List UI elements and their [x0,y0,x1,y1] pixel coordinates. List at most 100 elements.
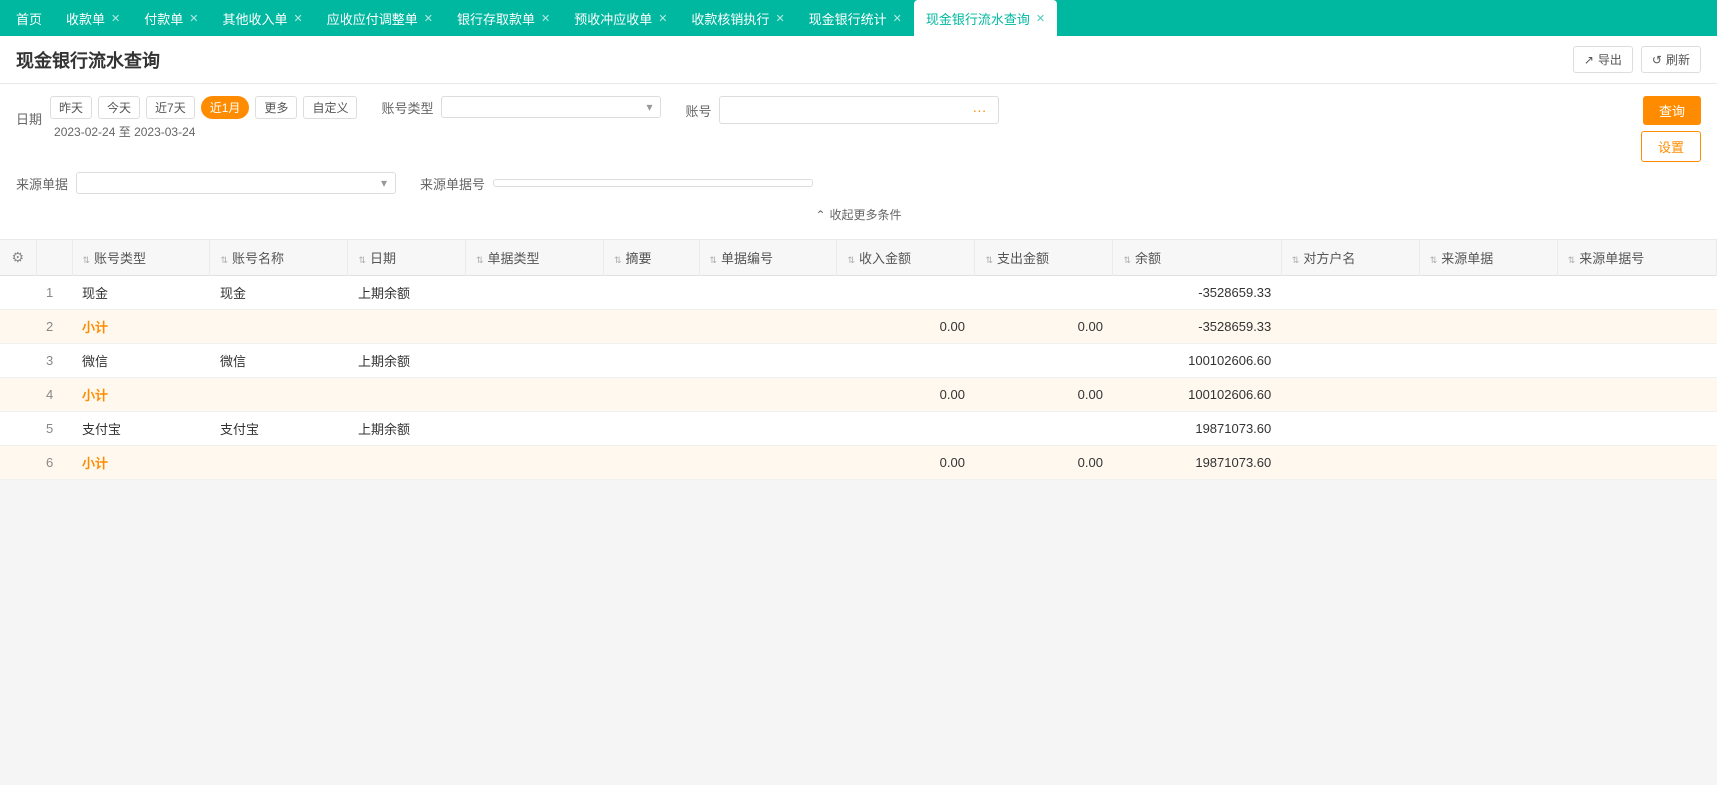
source-doc-no-input[interactable] [493,179,813,187]
account-type-label: 账号类型 [381,98,433,117]
col-header-expense[interactable]: ⇅支出金额 [975,240,1113,276]
cell-counterpart [1281,412,1419,446]
chevron-down-icon: ▾ [646,100,652,114]
row-gear [0,344,36,378]
row-gear [0,378,36,412]
sort-icon: ⇅ [358,255,366,265]
col-header-balance[interactable]: ⇅余额 [1113,240,1281,276]
cell-account_name [210,446,348,480]
nav-tab-现金银行流水查询[interactable]: 现金银行流水查询✕ [914,0,1057,36]
close-icon[interactable]: ✕ [658,12,667,25]
cell-account_name [210,310,348,344]
source-doc-select[interactable]: ▾ [76,172,396,194]
cell-account_name: 现金 [210,276,348,310]
nav-tab-银行存取款单[interactable]: 银行存取款单✕ [445,0,562,36]
nav-home[interactable]: 首页 [4,0,54,36]
cell-balance: 19871073.60 [1113,412,1281,446]
account-label: 账号 [685,101,711,120]
date-range-display: 2023-02-24 至 2023-03-24 [54,123,357,140]
close-icon[interactable]: ✕ [294,12,303,25]
cell-source_doc_no [1557,412,1716,446]
account-filter: 账号 ··· [685,96,999,124]
collapse-bar[interactable]: ⌃ 收起更多条件 [16,202,1701,227]
cell-source_doc_no [1557,276,1716,310]
nav-tab-预收冲应收单[interactable]: 预收冲应收单✕ [562,0,679,36]
cell-income: 0.00 [837,310,975,344]
header-actions: ↗ 导出 ↺ 刷新 [1573,46,1701,73]
col-header-account_name[interactable]: ⇅账号名称 [210,240,348,276]
export-button[interactable]: ↗ 导出 [1573,46,1633,73]
cell-expense: 0.00 [975,310,1113,344]
date-shortcut-自定义[interactable]: 自定义 [303,96,357,119]
cell-counterpart [1281,378,1419,412]
nav-tabs: 收款单✕付款单✕其他收入单✕应收应付调整单✕银行存取款单✕预收冲应收单✕收款核销… [54,0,1057,36]
date-shortcut-近7天[interactable]: 近7天 [146,96,195,119]
close-icon[interactable]: ✕ [1036,12,1045,25]
settings-button[interactable]: 设置 [1641,131,1701,162]
cell-summary [603,276,699,310]
date-shortcut-近1月[interactable]: 近1月 [201,96,250,119]
nav-tab-收款核销执行[interactable]: 收款核销执行✕ [679,0,796,36]
close-icon[interactable]: ✕ [775,12,784,25]
col-header-date[interactable]: ⇅日期 [348,240,466,276]
close-icon[interactable]: ✕ [189,12,198,25]
date-shortcut-今天[interactable]: 今天 [98,96,140,119]
cell-expense [975,276,1113,310]
sort-icon: ⇅ [1430,255,1438,265]
sort-icon: ⇅ [83,255,91,265]
chevron-down-icon-2: ▾ [381,176,387,190]
col-header-source_doc_no[interactable]: ⇅来源单据号 [1557,240,1716,276]
nav-tab-应收应付调整单[interactable]: 应收应付调整单✕ [315,0,445,36]
cell-balance: -3528659.33 [1113,276,1281,310]
cell-account_type: 支付宝 [72,412,210,446]
query-button[interactable]: 查询 [1643,96,1701,125]
nav-tab-付款单[interactable]: 付款单✕ [132,0,210,36]
col-header-account_type[interactable]: ⇅账号类型 [72,240,210,276]
cell-account_type: 小计 [72,446,210,480]
cell-doc_type [465,446,603,480]
cell-summary [603,344,699,378]
cell-account_name: 微信 [210,344,348,378]
close-icon[interactable]: ✕ [893,12,902,25]
source-doc-filter: 来源单据 ▾ [16,172,396,194]
cell-summary [603,412,699,446]
account-picker-icon[interactable]: ··· [968,100,990,120]
col-header-counterpart[interactable]: ⇅对方户名 [1281,240,1419,276]
row-gear [0,446,36,480]
cell-source_doc_no [1557,310,1716,344]
date-shortcut-更多[interactable]: 更多 [255,96,297,119]
cell-source_doc_no [1557,344,1716,378]
refresh-button[interactable]: ↺ 刷新 [1641,46,1701,73]
collapse-label: 收起更多条件 [830,206,902,223]
cell-balance: 100102606.60 [1113,344,1281,378]
nav-tab-收款单[interactable]: 收款单✕ [54,0,132,36]
table-row: 4小计0.000.00100102606.60 [0,378,1717,412]
close-icon[interactable]: ✕ [111,12,120,25]
cell-doc_no [699,446,837,480]
export-icon: ↗ [1584,53,1594,67]
col-header-doc_no[interactable]: ⇅单据编号 [699,240,837,276]
row-index: 4 [36,378,72,412]
cell-summary [603,378,699,412]
sort-icon: ⇅ [1568,255,1576,265]
table-body: 1现金现金上期余额-3528659.332小计0.000.00-3528659.… [0,276,1717,480]
account-input[interactable]: ··· [719,96,999,124]
nav-tab-其他收入单[interactable]: 其他收入单✕ [210,0,314,36]
date-filter: 日期 昨天今天近7天近1月更多自定义 2023-02-24 至 2023-03-… [16,96,357,140]
nav-tab-现金银行统计[interactable]: 现金银行统计✕ [797,0,914,36]
col-header-doc_type[interactable]: ⇅单据类型 [465,240,603,276]
date-shortcut-昨天[interactable]: 昨天 [50,96,92,119]
cell-account_type: 小计 [72,310,210,344]
col-header-gear: ⚙ [0,240,36,276]
page-header: 现金银行流水查询 ↗ 导出 ↺ 刷新 [0,36,1717,84]
col-header-income[interactable]: ⇅收入金额 [837,240,975,276]
col-header-summary[interactable]: ⇅摘要 [603,240,699,276]
cell-summary [603,446,699,480]
close-icon[interactable]: ✕ [424,12,433,25]
sort-icon: ⇅ [985,255,993,265]
cell-counterpart [1281,446,1419,480]
close-icon[interactable]: ✕ [541,12,550,25]
gear-icon[interactable]: ⚙ [11,249,24,265]
account-type-select[interactable]: ▾ [441,96,661,118]
col-header-source_doc[interactable]: ⇅来源单据 [1419,240,1557,276]
